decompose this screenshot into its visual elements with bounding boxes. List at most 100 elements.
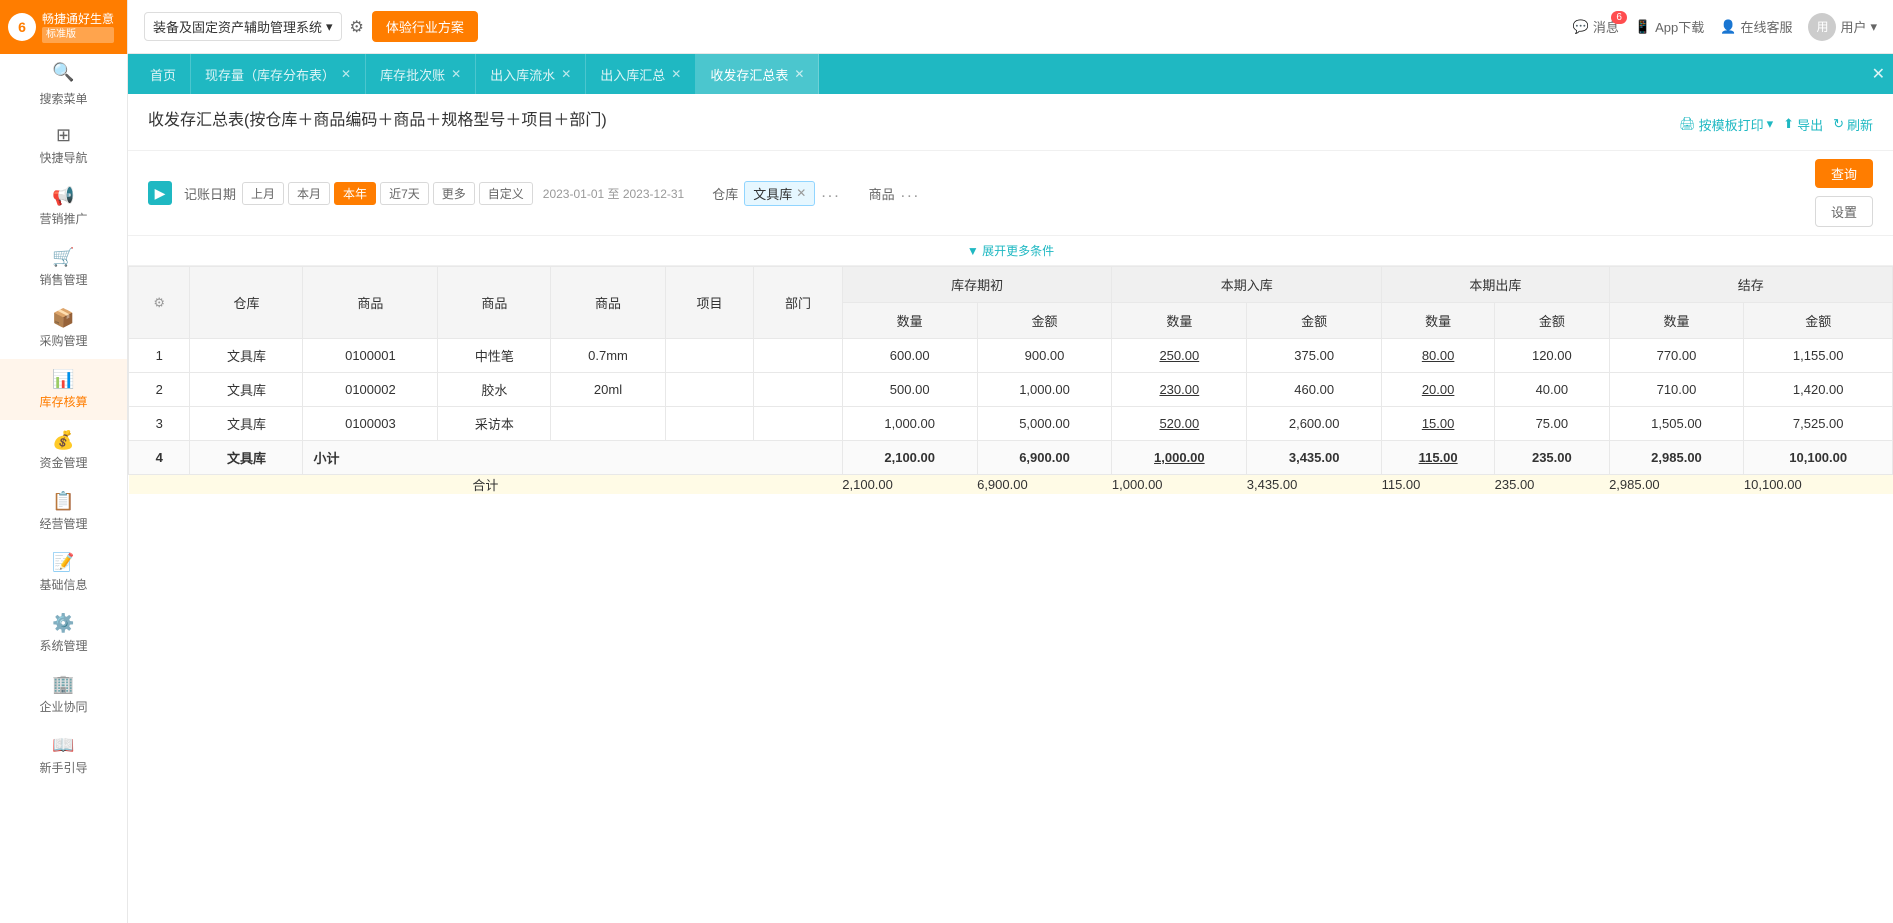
subtotal-warehouse: 文具库: [190, 441, 303, 475]
subtotal-opening-amt: 6,900.00: [977, 441, 1112, 475]
col-project: 项目: [665, 267, 754, 339]
date-btn-this-month[interactable]: 本月: [288, 182, 330, 205]
col-group-opening: 库存期初: [842, 267, 1112, 303]
tab-flow[interactable]: 出入库流水 ✕: [476, 54, 586, 94]
date-btn-7days[interactable]: 近7天: [380, 182, 429, 205]
system-selector[interactable]: 装备及固定资产辅助管理系统 ▾: [144, 12, 342, 41]
app-download-button[interactable]: 📱 App下载: [1635, 17, 1704, 36]
search-icon: 🔍: [52, 62, 74, 83]
warehouse-ellipsis[interactable]: ...: [821, 184, 840, 202]
cell-outcome-qty[interactable]: 80.00: [1382, 339, 1495, 373]
table-row: 3 文具库 0100003 采访本 1,000.00 5,000.00 520.…: [129, 407, 1893, 441]
filter-toggle-button[interactable]: ▶: [148, 181, 172, 205]
warehouse-label: 仓库: [712, 184, 738, 203]
inventory-icon: 📊: [52, 369, 74, 390]
cell-goods-code: 0100001: [303, 339, 438, 373]
close-all-tabs-button[interactable]: ✕: [1872, 64, 1885, 84]
setting-button[interactable]: 设置: [1815, 196, 1873, 227]
date-btn-this-year[interactable]: 本年: [334, 182, 376, 205]
system-icon: ⚙️: [52, 613, 74, 634]
chevron-down-icon: ▾: [1767, 116, 1774, 132]
sidebar-item-basic[interactable]: 📝 基础信息: [0, 542, 127, 603]
subtotal-index: 4: [129, 441, 190, 475]
total-opening-amt: 6,900.00: [977, 475, 1112, 495]
sidebar-item-marketing[interactable]: 📢 营销推广: [0, 176, 127, 237]
sidebar-item-sales[interactable]: 🛒 销售管理: [0, 237, 127, 298]
export-button[interactable]: ⬆ 导出: [1783, 115, 1823, 134]
col-settings-icon[interactable]: ⚙: [129, 267, 190, 339]
topbar-right: 💬 消息 6 📱 App下载 👤 在线客服 用 用户 ▾: [1573, 13, 1877, 41]
tab-close-summary[interactable]: ✕: [671, 67, 681, 81]
tab-close-flow[interactable]: ✕: [561, 67, 571, 81]
sidebar-item-guide[interactable]: 📖 新手引导: [0, 725, 127, 786]
sidebar-item-assets[interactable]: 💰 资金管理: [0, 420, 127, 481]
service-icon: 👤: [1720, 19, 1736, 35]
tab-close-batch[interactable]: ✕: [451, 67, 461, 81]
query-button[interactable]: 查询: [1815, 159, 1873, 188]
cell-outcome-amt: 40.00: [1495, 373, 1609, 407]
cell-income-amt: 375.00: [1247, 339, 1382, 373]
sidebar: 6 畅捷通好生意 标准版 🔍 搜索菜单 ⊞ 快捷导航 📢 营销推广 🛒 销售管理…: [0, 0, 128, 923]
cell-opening-qty: 1,000.00: [842, 407, 977, 441]
cell-income-qty[interactable]: 520.00: [1112, 407, 1247, 441]
sidebar-item-purchase[interactable]: 📦 采购管理: [0, 298, 127, 359]
print-button[interactable]: 🖨 按模板打印 ▾: [1679, 115, 1773, 134]
table-row: 1 文具库 0100001 中性笔 0.7mm 600.00 900.00 25…: [129, 339, 1893, 373]
tab-close-stock-dist[interactable]: ✕: [341, 67, 351, 81]
total-income-qty: 1,000.00: [1112, 475, 1247, 495]
total-balance-qty: 2,985.00: [1609, 475, 1744, 495]
table-row: 2 文具库 0100002 胶水 20ml 500.00 1,000.00 23…: [129, 373, 1893, 407]
tab-stock-dist[interactable]: 现存量（库存分布表） ✕: [191, 54, 366, 94]
sidebar-item-system[interactable]: ⚙️ 系统管理: [0, 603, 127, 664]
subtotal-outcome-amt: 235.00: [1495, 441, 1609, 475]
cell-balance-amt: 1,155.00: [1744, 339, 1893, 373]
settings-button[interactable]: ⚙: [350, 17, 364, 37]
basic-icon: 📝: [52, 552, 74, 573]
date-btn-custom[interactable]: 自定义: [479, 182, 533, 205]
cell-outcome-qty[interactable]: 20.00: [1382, 373, 1495, 407]
cell-outcome-amt: 75.00: [1495, 407, 1609, 441]
expand-more-button[interactable]: ▼ 展开更多条件: [128, 236, 1893, 266]
chevron-down-icon: ▾: [1870, 19, 1877, 35]
logo-text: 畅捷通好生意 标准版: [42, 11, 114, 44]
goods-ellipsis[interactable]: ...: [901, 184, 920, 202]
cell-outcome-qty[interactable]: 15.00: [1382, 407, 1495, 441]
sidebar-search[interactable]: 🔍 搜索菜单: [0, 54, 127, 115]
subtotal-label: 小计: [303, 441, 842, 475]
date-btn-last-month[interactable]: 上月: [242, 182, 284, 205]
cell-balance-qty: 710.00: [1609, 373, 1744, 407]
marketing-icon: 📢: [52, 186, 74, 207]
sidebar-item-quick-nav[interactable]: ⊞ 快捷导航: [0, 115, 127, 176]
cell-department: [754, 373, 843, 407]
tab-batch[interactable]: 库存批次账 ✕: [366, 54, 476, 94]
col-outcome-qty: 数量: [1382, 303, 1495, 339]
cell-income-amt: 2,600.00: [1247, 407, 1382, 441]
message-button[interactable]: 💬 消息 6: [1573, 17, 1619, 36]
warehouse-tag-close[interactable]: ✕: [796, 186, 806, 200]
cell-opening-qty: 600.00: [842, 339, 977, 373]
assets-icon: 💰: [52, 430, 74, 451]
col-income-qty: 数量: [1112, 303, 1247, 339]
sidebar-item-inventory[interactable]: 📊 库存核算: [0, 359, 127, 420]
cell-balance-qty: 1,505.00: [1609, 407, 1744, 441]
online-service-button[interactable]: 👤 在线客服: [1720, 17, 1792, 36]
tab-home[interactable]: 首页: [136, 54, 191, 94]
subtotal-outcome-qty: 115.00: [1382, 441, 1495, 475]
sidebar-item-operations[interactable]: 📋 经营管理: [0, 481, 127, 542]
tab-collect-summary[interactable]: 收发存汇总表 ✕: [696, 54, 819, 94]
warehouse-filter-group: 仓库 文具库 ✕ ...: [712, 181, 840, 206]
user-button[interactable]: 用 用户 ▾: [1808, 13, 1877, 41]
refresh-icon: ↻: [1833, 116, 1844, 132]
sidebar-item-enterprise[interactable]: 🏢 企业协同: [0, 664, 127, 725]
trial-button[interactable]: 体验行业方案: [372, 11, 478, 42]
tab-summary[interactable]: 出入库汇总 ✕: [586, 54, 696, 94]
refresh-button[interactable]: ↻ 刷新: [1833, 115, 1873, 134]
cell-goods-code: 0100002: [303, 373, 438, 407]
cell-income-qty[interactable]: 250.00: [1112, 339, 1247, 373]
date-label: 记账日期: [184, 184, 236, 203]
date-btn-more[interactable]: 更多: [433, 182, 475, 205]
topbar: 装备及固定资产辅助管理系统 ▾ ⚙ 体验行业方案 💬 消息 6 📱 App下载 …: [128, 0, 1893, 54]
cell-income-qty[interactable]: 230.00: [1112, 373, 1247, 407]
date-buttons: 上月 本月 本年 近7天 更多 自定义: [242, 182, 533, 205]
tab-close-collect-summary[interactable]: ✕: [794, 67, 804, 81]
